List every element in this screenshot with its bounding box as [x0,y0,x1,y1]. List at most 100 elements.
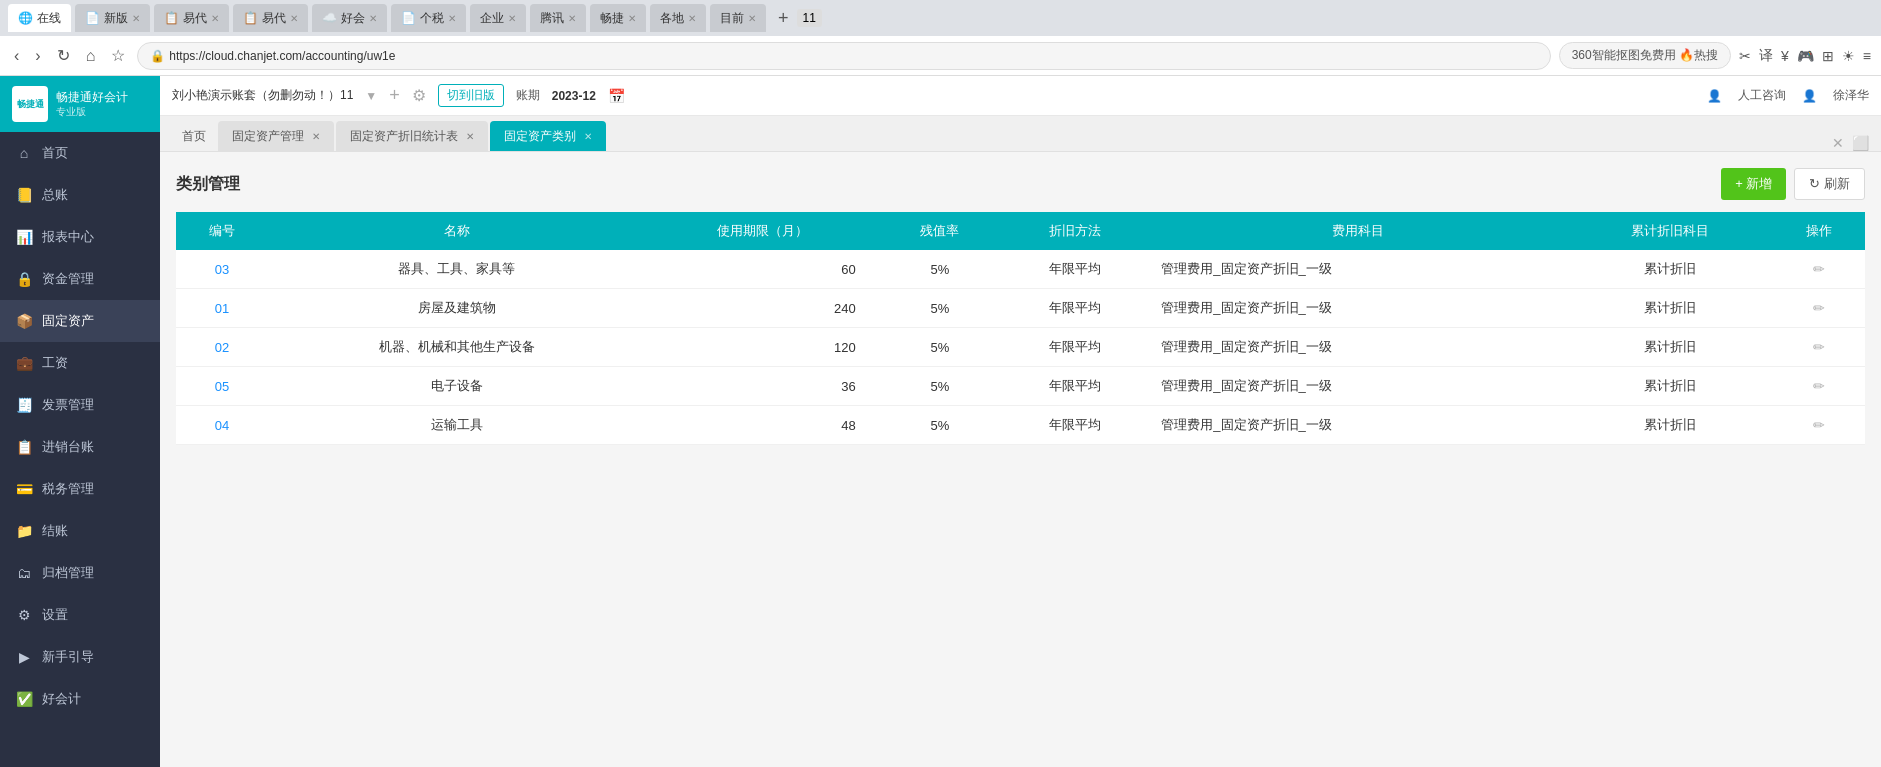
sidebar-item-reports[interactable]: 📊 报表中心 [0,216,160,258]
tab-changjie[interactable]: 畅捷 ✕ [590,4,646,32]
cell-id[interactable]: 05 [176,367,268,406]
sidebar-item-label: 固定资产 [42,312,94,330]
maximize-icon[interactable]: ⬜ [1852,135,1869,151]
sidebar-item-guide[interactable]: ▶ 新手引导 [0,636,160,678]
gear-icon[interactable]: ⚙ [412,86,426,105]
tab-zaixian[interactable]: 🌐 在线 [8,4,71,32]
add-account-btn[interactable]: + [389,85,400,106]
tab-close[interactable]: ✕ [688,13,696,24]
tab-tengxun[interactable]: 腾讯 ✕ [530,4,586,32]
tab-close-haohui[interactable]: ✕ [369,13,377,24]
cell-id[interactable]: 03 [176,250,268,289]
address-bar[interactable]: 🔒 https://cloud.chanjet.com/accounting/u… [137,42,1550,70]
edit-btn[interactable]: ✏ [1813,378,1825,394]
main-content: 类别管理 + 新增 ↻ 刷新 编号 名称 使用期限（月） 残值率 折旧方法 费用… [160,152,1881,767]
settings-icon[interactable]: ≡ [1863,48,1871,64]
cell-action: ✏ [1773,250,1865,289]
breadcrumb-tab-fixedasset-mgmt[interactable]: 固定资产管理 ✕ [218,121,334,151]
reload-btn[interactable]: ↻ [53,42,74,69]
sidebar-item-fixedassets[interactable]: 📦 固定资产 [0,300,160,342]
cell-name: 电子设备 [268,367,645,406]
sidebar-item-ledger[interactable]: 📒 总账 [0,174,160,216]
sidebar-item-label: 进销台账 [42,438,94,456]
tab-yidai2[interactable]: 📋 易代 ✕ [233,4,308,32]
brightness-icon[interactable]: ☀ [1842,48,1855,64]
breadcrumb-tab-close[interactable]: ✕ [312,131,320,142]
cell-action: ✏ [1773,367,1865,406]
sidebar-item-invoice[interactable]: 🧾 发票管理 [0,384,160,426]
sidebar-item-settings[interactable]: ⚙ 设置 [0,594,160,636]
tab-yidai1[interactable]: 📋 易代 ✕ [154,4,229,32]
breadcrumb-tab-close[interactable]: ✕ [584,131,592,142]
ledger-icon: 📒 [16,187,32,203]
service-icon: 👤 [1707,89,1722,103]
cell-residual: 5% [880,328,1001,367]
sidebar-item-haokuaiji[interactable]: ✅ 好会计 [0,678,160,720]
refresh-button[interactable]: ↻ 刷新 [1794,168,1865,200]
tab-muqian[interactable]: 目前 ✕ [710,4,766,32]
sidebar-item-label: 新手引导 [42,648,94,666]
cell-expense: 管理费用_固定资产折旧_一级 [1149,328,1567,367]
service-label[interactable]: 人工咨询 [1738,87,1786,104]
cell-expense: 管理费用_固定资产折旧_一级 [1149,250,1567,289]
sidebar-item-tax[interactable]: 💳 税务管理 [0,468,160,510]
grid-icon[interactable]: ⊞ [1822,48,1834,64]
translate-icon[interactable]: 译 [1759,47,1773,65]
breadcrumb-tab-close[interactable]: ✕ [466,131,474,142]
sidebar-item-close[interactable]: 📁 结账 [0,510,160,552]
cell-method: 年限平均 [1000,250,1149,289]
tab-haohui[interactable]: ☁️ 好会 ✕ [312,4,387,32]
minimize-icon[interactable]: ✕ [1832,135,1844,151]
game-icon[interactable]: 🎮 [1797,48,1814,64]
sidebar-item-archive[interactable]: 🗂 归档管理 [0,552,160,594]
back-btn[interactable]: ‹ [10,43,23,69]
sidebar-item-funds[interactable]: 🔒 资金管理 [0,258,160,300]
cell-id[interactable]: 01 [176,289,268,328]
forward-btn[interactable]: › [31,43,44,69]
sidebar-item-purchase[interactable]: 📋 进销台账 [0,426,160,468]
breadcrumb-tab-depreciation-table[interactable]: 固定资产折旧统计表 ✕ [336,121,488,151]
calendar-icon[interactable]: 📅 [608,88,625,104]
sidebar-item-salary[interactable]: 💼 工资 [0,342,160,384]
breadcrumb-tab-category[interactable]: 固定资产类别 ✕ [490,121,606,151]
col-action: 操作 [1773,212,1865,250]
table-row: 05 电子设备 36 5% 年限平均 管理费用_固定资产折旧_一级 累计折旧 ✏ [176,367,1865,406]
tab-close[interactable]: ✕ [211,13,219,24]
new-tab-btn[interactable]: + [778,8,789,29]
switch-version-btn[interactable]: 切到旧版 [438,84,504,107]
coupon-icon[interactable]: ¥ [1781,48,1789,64]
archive-icon: 🗂 [16,565,32,581]
cell-method: 年限平均 [1000,289,1149,328]
search-box[interactable]: 360智能抠图免费用 🔥热搜 [1559,42,1731,69]
col-accumulated: 累计折旧科目 [1567,212,1773,250]
tab-close[interactable]: ✕ [448,13,456,24]
edit-btn[interactable]: ✏ [1813,339,1825,355]
cell-id[interactable]: 04 [176,406,268,445]
cell-period: 240 [645,289,880,328]
tab-close[interactable]: ✕ [290,13,298,24]
edit-btn[interactable]: ✏ [1813,417,1825,433]
home-btn[interactable]: ⌂ [82,43,100,69]
tab-close[interactable]: ✕ [748,13,756,24]
tab-close[interactable]: ✕ [568,13,576,24]
tab-close[interactable]: ✕ [508,13,516,24]
tab-qiye[interactable]: 企业 ✕ [470,4,526,32]
tab-gedi[interactable]: 各地 ✕ [650,4,706,32]
edit-btn[interactable]: ✏ [1813,261,1825,277]
breadcrumb-tab-label: 固定资产管理 [232,128,304,145]
sidebar-item-home[interactable]: ⌂ 首页 [0,132,160,174]
cell-id[interactable]: 02 [176,328,268,367]
breadcrumb-home[interactable]: 首页 [172,121,216,151]
logo-icon: 畅捷通 [12,86,48,122]
tab-xinban[interactable]: 📄 新版 ✕ [75,4,150,32]
cell-accumulated: 累计折旧 [1567,367,1773,406]
add-button[interactable]: + 新增 [1721,168,1786,200]
bookmark-btn[interactable]: ☆ [107,42,129,69]
cut-icon[interactable]: ✂ [1739,48,1751,64]
tab-close[interactable]: ✕ [132,13,140,24]
expand-icon[interactable]: ▼ [365,89,377,103]
tab-icon: 📋 [164,11,179,25]
edit-btn[interactable]: ✏ [1813,300,1825,316]
tab-close[interactable]: ✕ [628,13,636,24]
tab-geshui[interactable]: 📄 个税 ✕ [391,4,466,32]
